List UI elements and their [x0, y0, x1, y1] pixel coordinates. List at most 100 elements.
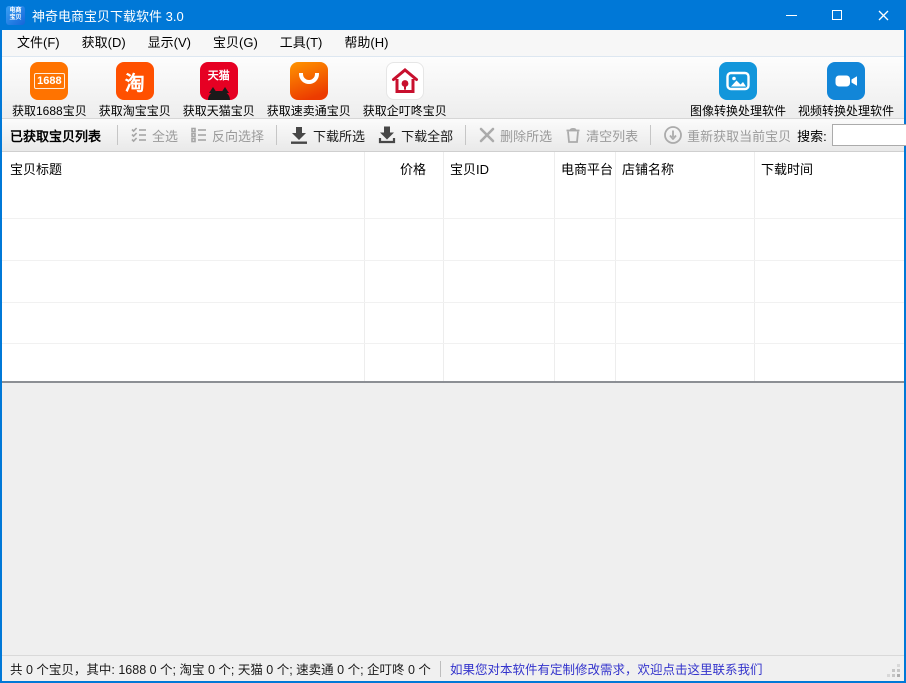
menu-fetch[interactable]: 获取(D): [71, 30, 137, 56]
cell: [555, 261, 616, 302]
select-all-button[interactable]: 全选: [124, 123, 184, 148]
download-selected-icon: [289, 125, 309, 145]
separator: [465, 125, 466, 145]
app-window: 电商 宝贝 神奇电商宝贝下载软件 3.0 文件(F) 获取(D) 显示(V) 宝…: [0, 0, 906, 683]
column-header-price[interactable]: 价格: [365, 152, 444, 185]
contact-link[interactable]: 如果您对本软件有定制修改需求，欢迎点击这里联系我们: [450, 659, 763, 678]
refetch-current-icon: [663, 125, 683, 145]
aliexpress-smile-icon: [290, 62, 328, 100]
search-box: [832, 124, 906, 146]
icon-1688: 1688: [30, 62, 68, 100]
app-icon: 电商 宝贝: [6, 6, 25, 25]
column-header-id[interactable]: 宝贝ID: [444, 152, 555, 185]
maximize-button[interactable]: [814, 0, 860, 30]
image-converter-icon: [719, 62, 757, 100]
separator: [650, 125, 651, 145]
column-header-platform[interactable]: 电商平台: [555, 152, 616, 185]
cell: [365, 303, 444, 343]
cell: [755, 261, 904, 302]
column-header-title[interactable]: 宝贝标题: [2, 152, 365, 185]
window-title: 神奇电商宝贝下载软件 3.0: [32, 6, 184, 25]
invert-selection-icon: [190, 126, 208, 144]
delete-selected-button[interactable]: 删除所选: [472, 123, 558, 148]
table-body: [2, 185, 904, 381]
fetch-1688-label: 获取1688宝贝: [12, 102, 87, 119]
cell: [365, 261, 444, 302]
cell: [616, 344, 755, 381]
download-all-button[interactable]: 下载全部: [371, 122, 459, 148]
download-selected-button[interactable]: 下载所选: [283, 122, 371, 148]
separator: [440, 661, 441, 677]
menu-file[interactable]: 文件(F): [6, 30, 71, 56]
invert-selection-button[interactable]: 反向选择: [184, 123, 270, 148]
tmall-icon-text: 天猫: [208, 67, 230, 83]
close-icon: [878, 10, 889, 21]
cell: [2, 261, 365, 302]
image-converter-button[interactable]: 图像转换处理软件: [684, 60, 792, 121]
video-converter-label: 视频转换处理软件: [798, 102, 894, 119]
fetch-tmall-label: 获取天猫宝贝: [183, 102, 255, 119]
refetch-current-label: 重新获取当前宝贝: [687, 126, 791, 145]
menu-item-product[interactable]: 宝贝(G): [202, 30, 269, 56]
video-converter-button[interactable]: 视频转换处理软件: [792, 60, 900, 121]
house-bell-icon: [386, 62, 424, 100]
menu-help[interactable]: 帮助(H): [333, 30, 399, 56]
app-icon-text-bottom: 宝贝: [9, 15, 21, 22]
cell: [755, 344, 904, 381]
cell: [755, 219, 904, 260]
fetch-taobao-button[interactable]: 淘 获取淘宝宝贝: [93, 60, 177, 121]
window-controls: [768, 0, 906, 30]
delete-selected-label: 删除所选: [500, 126, 552, 145]
status-summary: 共 0 个宝贝，其中: 1688 0 个; 淘宝 0 个; 天猫 0 个; 速卖…: [10, 659, 431, 678]
table-row: [2, 343, 904, 381]
close-button[interactable]: [860, 0, 906, 30]
cell: [444, 185, 555, 218]
fetch-qidingdong-label: 获取企叮咚宝贝: [363, 102, 447, 119]
menubar: 文件(F) 获取(D) 显示(V) 宝贝(G) 工具(T) 帮助(H): [2, 30, 904, 57]
invert-selection-label: 反向选择: [212, 126, 264, 145]
cell: [555, 219, 616, 260]
cell: [444, 344, 555, 381]
icon-1688-text: 1688: [34, 73, 64, 89]
cell: [555, 344, 616, 381]
statusbar: 共 0 个宝贝，其中: 1688 0 个; 淘宝 0 个; 天猫 0 个; 速卖…: [2, 655, 904, 681]
cell: [616, 185, 755, 218]
cell: [616, 261, 755, 302]
cell: [2, 185, 365, 218]
cell: [755, 303, 904, 343]
cell: [444, 219, 555, 260]
cell: [555, 185, 616, 218]
fetch-1688-button[interactable]: 1688 获取1688宝贝: [6, 60, 93, 121]
fetch-tmall-button[interactable]: 天猫 获取天猫宝贝: [177, 60, 261, 121]
video-converter-icon: [827, 62, 865, 100]
taobao-icon: 淘: [116, 62, 154, 100]
app-icon-text-top: 电商: [9, 8, 21, 15]
column-header-shop[interactable]: 店铺名称: [616, 152, 755, 185]
clear-list-button[interactable]: 清空列表: [558, 123, 644, 148]
cell: [616, 303, 755, 343]
column-header-download-time[interactable]: 下载时间: [755, 152, 904, 185]
search-label: 搜索:: [797, 126, 827, 145]
image-converter-label: 图像转换处理软件: [690, 102, 786, 119]
cell: [2, 303, 365, 343]
titlebar: 电商 宝贝 神奇电商宝贝下载软件 3.0: [0, 0, 906, 30]
cell: [616, 219, 755, 260]
cell: [365, 344, 444, 381]
menu-view[interactable]: 显示(V): [137, 30, 202, 56]
cell: [755, 185, 904, 218]
fetch-qidingdong-button[interactable]: 获取企叮咚宝贝: [357, 60, 453, 121]
select-all-label: 全选: [152, 126, 178, 145]
table-row: [2, 185, 904, 218]
search-input[interactable]: [832, 124, 906, 146]
resize-grip-icon[interactable]: [897, 674, 900, 677]
smile-shape: [299, 73, 319, 84]
fetch-aliexpress-label: 获取速卖通宝贝: [267, 102, 351, 119]
cell: [365, 219, 444, 260]
search-area: 搜索:: [797, 124, 906, 146]
menu-tools[interactable]: 工具(T): [269, 30, 334, 56]
minimize-button[interactable]: [768, 0, 814, 30]
fetch-aliexpress-button[interactable]: 获取速卖通宝贝: [261, 60, 357, 121]
table-row: [2, 218, 904, 260]
refetch-current-button[interactable]: 重新获取当前宝贝: [657, 122, 797, 148]
download-all-icon: [377, 125, 397, 145]
